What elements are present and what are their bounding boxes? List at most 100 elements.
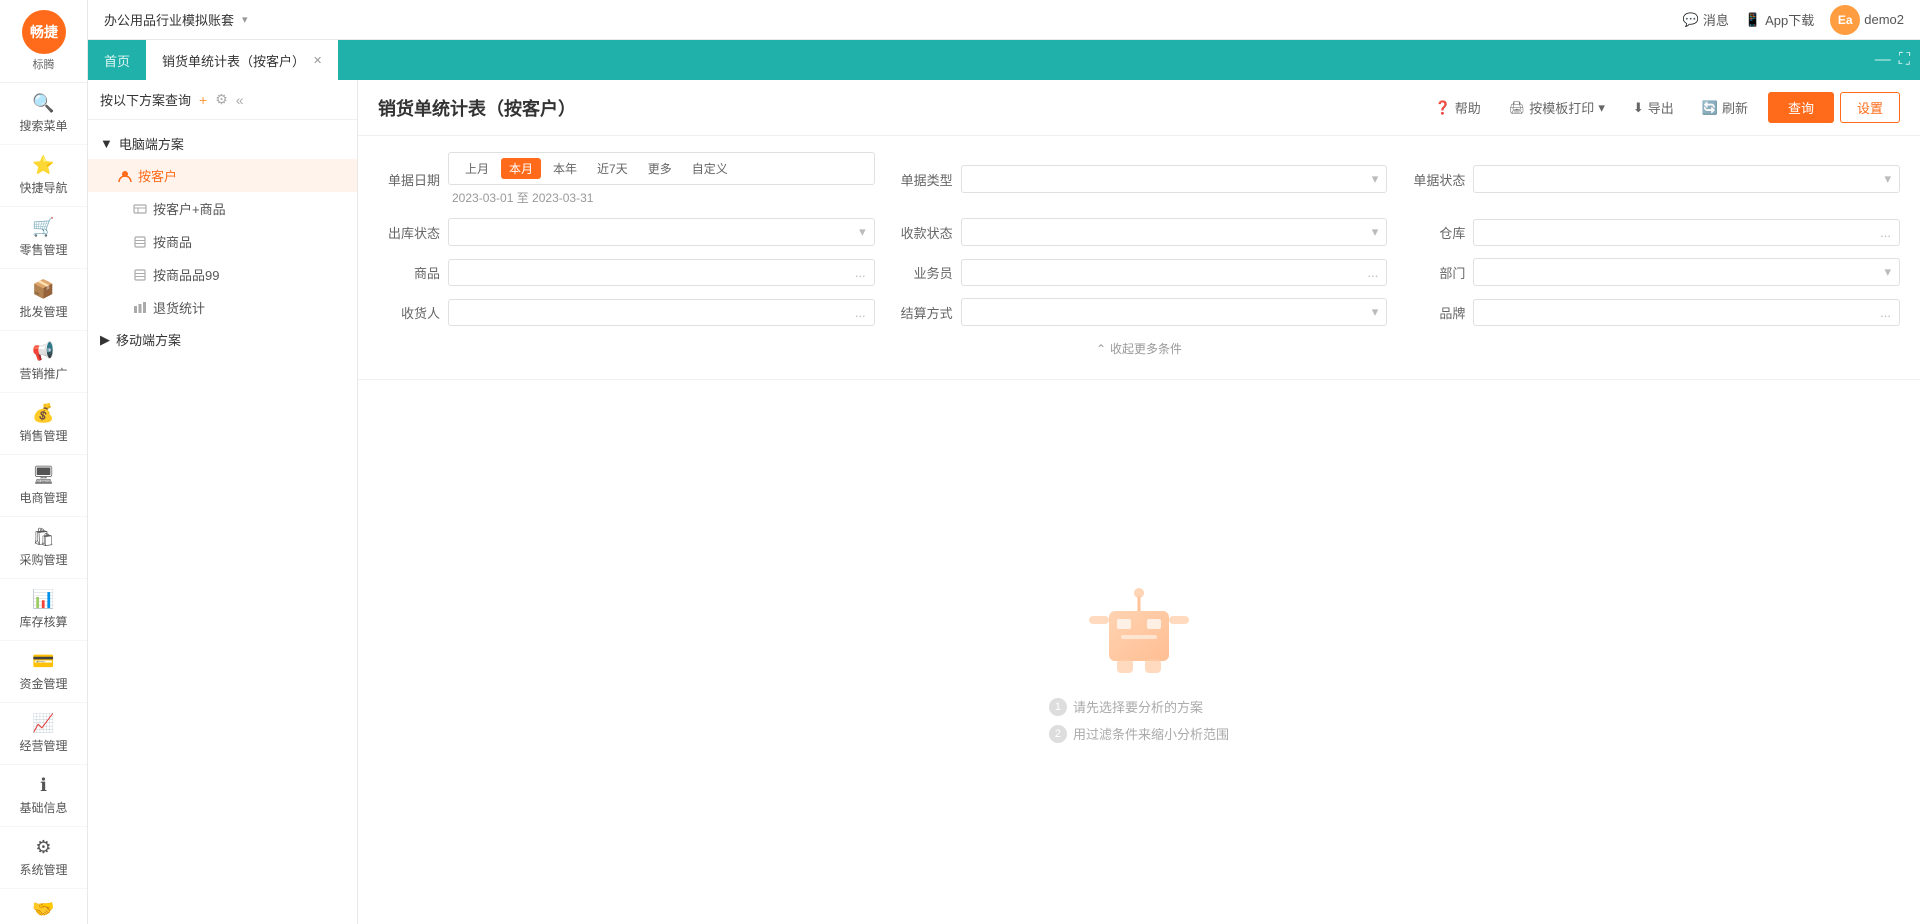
- print-label: 按模板打印: [1529, 98, 1594, 117]
- sidebar-item-system[interactable]: ⚙ 系统管理: [0, 827, 87, 889]
- filter-product: 商品 ...: [378, 258, 875, 286]
- warehouse-input[interactable]: ...: [1473, 219, 1900, 246]
- sidebar-item-finance[interactable]: 💳 资金管理: [0, 641, 87, 703]
- warehouse-label: 仓库: [1403, 223, 1473, 242]
- scheme-tree: ▼ 电脑端方案 按客户: [88, 120, 357, 924]
- desktop-group-header[interactable]: ▼ 电脑端方案: [88, 128, 357, 159]
- sidebar-item-label: 零售管理: [19, 241, 67, 258]
- help-btn[interactable]: ❓ 帮助: [1427, 94, 1489, 121]
- card-icon: 💳: [32, 651, 54, 672]
- query-button[interactable]: 查询: [1768, 92, 1834, 123]
- salesperson-dots: ...: [1367, 265, 1378, 280]
- date-tab-last7[interactable]: 近7天: [589, 157, 636, 180]
- department-label: 部门: [1403, 263, 1473, 282]
- page-actions: ❓ 帮助 🖨 按模板打印 ▾ ⬇ 导出 🔄 刷新: [1427, 92, 1900, 123]
- message-btn[interactable]: 💬 消息: [1683, 10, 1729, 29]
- download-icon: 📱: [1745, 12, 1761, 28]
- sidebar-item-shortcut[interactable]: ⭐ 快捷导航: [0, 145, 87, 207]
- sidebar-item-wholesale[interactable]: 📦 批发管理: [0, 269, 87, 331]
- settings-scheme-btn[interactable]: ⚙: [215, 91, 228, 108]
- message-icon: 💬: [1683, 12, 1699, 28]
- tab-sales-report[interactable]: 销货单统计表（按客户） ✕: [146, 40, 338, 80]
- export-btn[interactable]: ⬇ 导出: [1625, 94, 1682, 121]
- by-product99-icon: [133, 268, 147, 282]
- sidebar-item-sales[interactable]: 💰 销售管理: [0, 393, 87, 455]
- page-title: 销货单统计表（按客户）: [378, 95, 576, 121]
- payment-dropdown-icon: ▾: [1372, 304, 1379, 320]
- status-select[interactable]: ▾: [1473, 165, 1900, 193]
- app-logo: 畅捷 标腾: [0, 0, 87, 83]
- scheme-by-product99[interactable]: 按商品品99: [88, 258, 357, 291]
- refresh-label: 刷新: [1722, 98, 1748, 117]
- app-download-btn[interactable]: 📱 App下载: [1745, 10, 1814, 29]
- tab-minimize-btn[interactable]: —: [1875, 51, 1891, 69]
- sidebar-item-inventory[interactable]: 📊 库存核算: [0, 579, 87, 641]
- user-menu[interactable]: Ea demo2: [1830, 5, 1904, 35]
- date-tab-this-year[interactable]: 本年: [545, 157, 585, 180]
- sidebar-item-retail[interactable]: 🛒 零售管理: [0, 207, 87, 269]
- print-btn[interactable]: 🖨 按模板打印 ▾: [1501, 94, 1613, 121]
- add-scheme-btn[interactable]: +: [199, 92, 207, 108]
- mobile-group-header[interactable]: ▶ 移动端方案: [88, 324, 357, 355]
- print-icon: 🖨: [1509, 100, 1526, 116]
- receipt-status-select[interactable]: ▾: [961, 218, 1388, 246]
- sidebar-item-basic[interactable]: ℹ 基础信息: [0, 765, 87, 827]
- collapse-panel-btn[interactable]: «: [236, 92, 244, 108]
- collapse-label: 收起更多条件: [1110, 340, 1182, 357]
- scheme-by-customer[interactable]: 按客户: [88, 159, 357, 192]
- brand-label: 品牌: [1403, 303, 1473, 322]
- refresh-btn[interactable]: 🔄 刷新: [1694, 94, 1756, 121]
- scheme-by-customer-product[interactable]: 按客户+商品: [88, 192, 357, 225]
- salesperson-input[interactable]: ...: [961, 259, 1388, 286]
- date-tab-this-month[interactable]: 本月: [501, 158, 541, 179]
- out-status-label: 出库状态: [378, 223, 448, 242]
- sidebar-item-purchase[interactable]: 🛍 采购管理: [0, 517, 87, 579]
- sidebar-item-label: 搜索菜单: [19, 117, 67, 134]
- sidebar-item-label: 基础信息: [19, 799, 67, 816]
- tab-home[interactable]: 首页: [88, 40, 146, 80]
- left-panel: 按以下方案查询 + ⚙ « ▼ 电脑端方案 按客户: [88, 80, 358, 924]
- scheme-by-product99-label: 按商品品99: [153, 265, 219, 284]
- desktop-group: ▼ 电脑端方案 按客户: [88, 128, 357, 324]
- search-icon: 🔍: [32, 93, 54, 114]
- sidebar-item-label: 营销推广: [19, 365, 67, 382]
- logo-text: 标腾: [33, 56, 55, 72]
- date-tab-custom[interactable]: 自定义: [684, 157, 736, 180]
- tab-close-icon[interactable]: ✕: [313, 54, 322, 67]
- brand-input[interactable]: ...: [1473, 299, 1900, 326]
- star-icon: ⭐: [32, 155, 54, 176]
- scheme-by-product[interactable]: 按商品: [88, 225, 357, 258]
- tip-num-2: 2: [1049, 725, 1067, 743]
- sidebar-item-enterprise[interactable]: 🤝 企业协同: [0, 889, 87, 924]
- date-tab-last-month[interactable]: 上月: [457, 157, 497, 180]
- sidebar-item-operations[interactable]: 📈 经营管理: [0, 703, 87, 765]
- settings-button[interactable]: 设置: [1840, 92, 1900, 123]
- recipient-input[interactable]: ...: [448, 299, 875, 326]
- product-label: 商品: [378, 263, 448, 282]
- scheme-return-stats[interactable]: 退货统计: [88, 291, 357, 324]
- by-customer-icon: [118, 169, 132, 183]
- payment-select[interactable]: ▾: [961, 298, 1388, 326]
- filter-receipt-status: 收款状态 ▾: [891, 218, 1388, 246]
- warehouse-dots: ...: [1880, 225, 1891, 240]
- scheme-by-customer-label: 按客户: [138, 166, 177, 185]
- type-select[interactable]: ▾: [961, 165, 1388, 193]
- date-range: 2023-03-01 至 2023-03-31: [448, 189, 875, 206]
- bag-icon: 🛍: [32, 527, 55, 548]
- out-status-select[interactable]: ▾: [448, 218, 875, 246]
- product-input[interactable]: ...: [448, 259, 875, 286]
- date-tab-more[interactable]: 更多: [640, 157, 680, 180]
- help-icon: ❓: [1435, 100, 1451, 116]
- payment-label: 结算方式: [891, 303, 961, 322]
- department-select[interactable]: ▾: [1473, 258, 1900, 286]
- collapse-btn[interactable]: ⌃ 收起更多条件: [378, 334, 1900, 363]
- tab-maximize-btn[interactable]: ⛶: [1899, 51, 1910, 69]
- content: 按以下方案查询 + ⚙ « ▼ 电脑端方案 按客户: [88, 80, 1920, 924]
- topbar-dropdown-icon[interactable]: ▾: [242, 13, 248, 26]
- help-label: 帮助: [1455, 98, 1481, 117]
- sidebar-item-marketing[interactable]: 📢 营销推广: [0, 331, 87, 393]
- main-area: 办公用品行业模拟账套 ▾ 💬 消息 📱 App下载 Ea demo2 首页 销货…: [88, 0, 1920, 924]
- empty-tip-2: 2 用过滤条件来缩小分析范围: [1049, 724, 1229, 743]
- sidebar-item-search[interactable]: 🔍 搜索菜单: [0, 83, 87, 145]
- sidebar-item-ecommerce[interactable]: 🖥 电商管理: [0, 455, 87, 517]
